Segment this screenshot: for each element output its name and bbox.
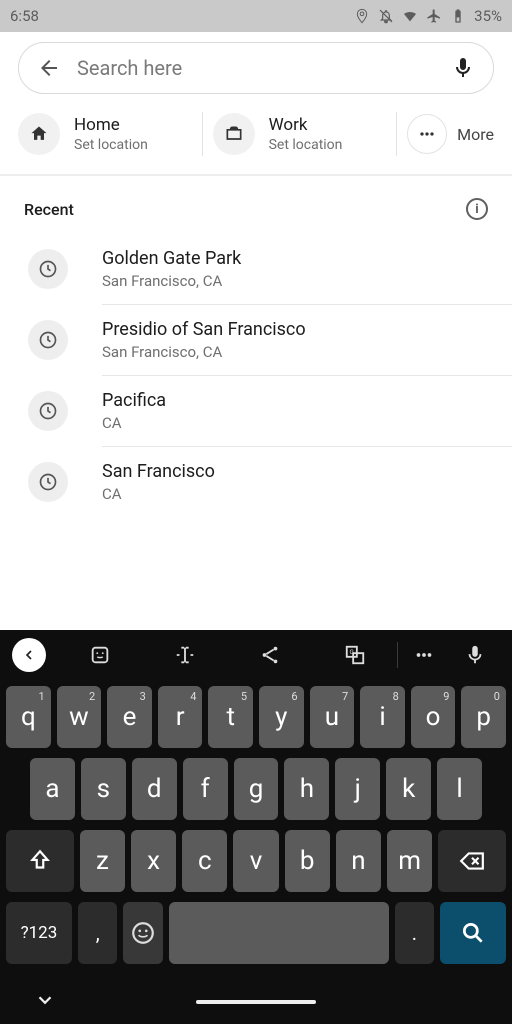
nav-chevron-down-icon[interactable]	[34, 989, 56, 1015]
recent-list: Golden Gate Park San Francisco, CA Presid…	[0, 234, 512, 517]
wifi-icon	[402, 8, 418, 24]
status-bar: 6:58 35%	[0, 0, 512, 32]
key-h[interactable]: h	[284, 758, 329, 820]
key-x[interactable]: x	[131, 830, 176, 892]
more-button[interactable]	[407, 114, 447, 154]
shortcut-home-sub: Set location	[74, 137, 148, 153]
list-item[interactable]: Golden Gate Park San Francisco, CA	[0, 234, 512, 304]
list-item-title: Presidio of San Francisco	[102, 319, 306, 340]
shortcut-work-sub: Set location	[269, 137, 343, 153]
mic-icon[interactable]	[451, 56, 475, 80]
key-k[interactable]: k	[386, 758, 431, 820]
list-item[interactable]: Pacifica CA	[0, 376, 512, 446]
clock-icon	[28, 391, 68, 431]
search-pill[interactable]	[18, 42, 494, 94]
key-m[interactable]: m	[387, 830, 432, 892]
home-icon	[18, 113, 60, 155]
shortcuts-row: Home Set location Work Set location More	[0, 106, 512, 176]
key-z[interactable]: z	[80, 830, 125, 892]
share-icon[interactable]	[228, 644, 313, 666]
list-item-title: Pacifica	[102, 390, 166, 411]
key-i[interactable]: i8	[360, 686, 405, 748]
key-f[interactable]: f	[183, 758, 228, 820]
space-key[interactable]	[169, 902, 389, 964]
comma-key[interactable]: ,	[78, 902, 118, 964]
recent-header: Recent i	[0, 176, 512, 234]
keyboard-mic-icon[interactable]	[449, 644, 500, 666]
clock-icon	[28, 462, 68, 502]
info-icon[interactable]: i	[466, 198, 488, 220]
list-item-title: San Francisco	[102, 461, 215, 482]
nav-bar	[0, 980, 512, 1024]
key-o[interactable]: o9	[411, 686, 456, 748]
nav-home-handle[interactable]	[196, 1000, 316, 1004]
key-d[interactable]: d	[132, 758, 177, 820]
svg-text:G: G	[349, 648, 353, 656]
search-bar	[0, 32, 512, 106]
search-key[interactable]	[440, 902, 506, 964]
back-arrow-icon[interactable]	[37, 56, 61, 80]
key-g[interactable]: g	[234, 758, 279, 820]
key-c[interactable]: c	[182, 830, 227, 892]
key-r[interactable]: r4	[158, 686, 203, 748]
clock-icon	[28, 249, 68, 289]
translate-icon[interactable]: G	[312, 644, 397, 666]
keyboard-toolbar: G	[0, 630, 512, 680]
key-t[interactable]: t5	[208, 686, 253, 748]
key-q[interactable]: q1	[6, 686, 51, 748]
key-y[interactable]: y6	[259, 686, 304, 748]
key-n[interactable]: n	[336, 830, 381, 892]
shortcut-work[interactable]: Work Set location	[213, 113, 387, 155]
notifications-off-icon	[378, 8, 394, 24]
key-l[interactable]: l	[437, 758, 482, 820]
status-time: 6:58	[10, 7, 39, 25]
key-s[interactable]: s	[81, 758, 126, 820]
battery-pct: 35%	[474, 7, 502, 25]
list-item-sub: CA	[102, 414, 166, 432]
shortcut-home[interactable]: Home Set location	[18, 113, 192, 155]
shortcut-work-title: Work	[269, 115, 343, 135]
keyboard-more-icon[interactable]	[398, 644, 449, 666]
key-e[interactable]: e3	[107, 686, 152, 748]
backspace-key[interactable]	[438, 830, 506, 892]
list-item-sub: San Francisco, CA	[102, 343, 306, 361]
list-item[interactable]: Presidio of San Francisco San Francisco, …	[0, 305, 512, 375]
shift-key[interactable]	[6, 830, 74, 892]
keyboard: G q1w2e3r4t5y6u7i8o9p0 asdfghjkl zxcvbnm…	[0, 630, 512, 1024]
shortcut-home-title: Home	[74, 115, 148, 135]
key-w[interactable]: w2	[57, 686, 102, 748]
divider	[396, 112, 397, 156]
key-u[interactable]: u7	[310, 686, 355, 748]
period-key[interactable]: .	[395, 902, 435, 964]
status-icons: 35%	[354, 7, 502, 25]
key-v[interactable]: v	[233, 830, 278, 892]
briefcase-icon	[213, 113, 255, 155]
search-input[interactable]	[77, 56, 435, 80]
key-j[interactable]: j	[335, 758, 380, 820]
airplane-icon	[426, 8, 442, 24]
recent-label: Recent	[24, 200, 74, 219]
list-item-title: Golden Gate Park	[102, 248, 241, 269]
clock-icon	[28, 320, 68, 360]
key-p[interactable]: p0	[461, 686, 506, 748]
list-item-sub: San Francisco, CA	[102, 272, 241, 290]
battery-icon	[450, 8, 466, 24]
key-a[interactable]: a	[30, 758, 75, 820]
emoji-key[interactable]	[123, 902, 163, 964]
keyboard-collapse-button[interactable]	[12, 638, 46, 672]
symbols-key[interactable]: ?123	[6, 902, 72, 964]
divider	[202, 112, 203, 156]
list-item[interactable]: San Francisco CA	[0, 447, 512, 517]
list-item-sub: CA	[102, 485, 215, 503]
more-label: More	[457, 125, 494, 144]
key-b[interactable]: b	[285, 830, 330, 892]
text-cursor-icon[interactable]	[143, 644, 228, 666]
location-icon	[354, 8, 370, 24]
sticker-icon[interactable]	[58, 644, 143, 666]
